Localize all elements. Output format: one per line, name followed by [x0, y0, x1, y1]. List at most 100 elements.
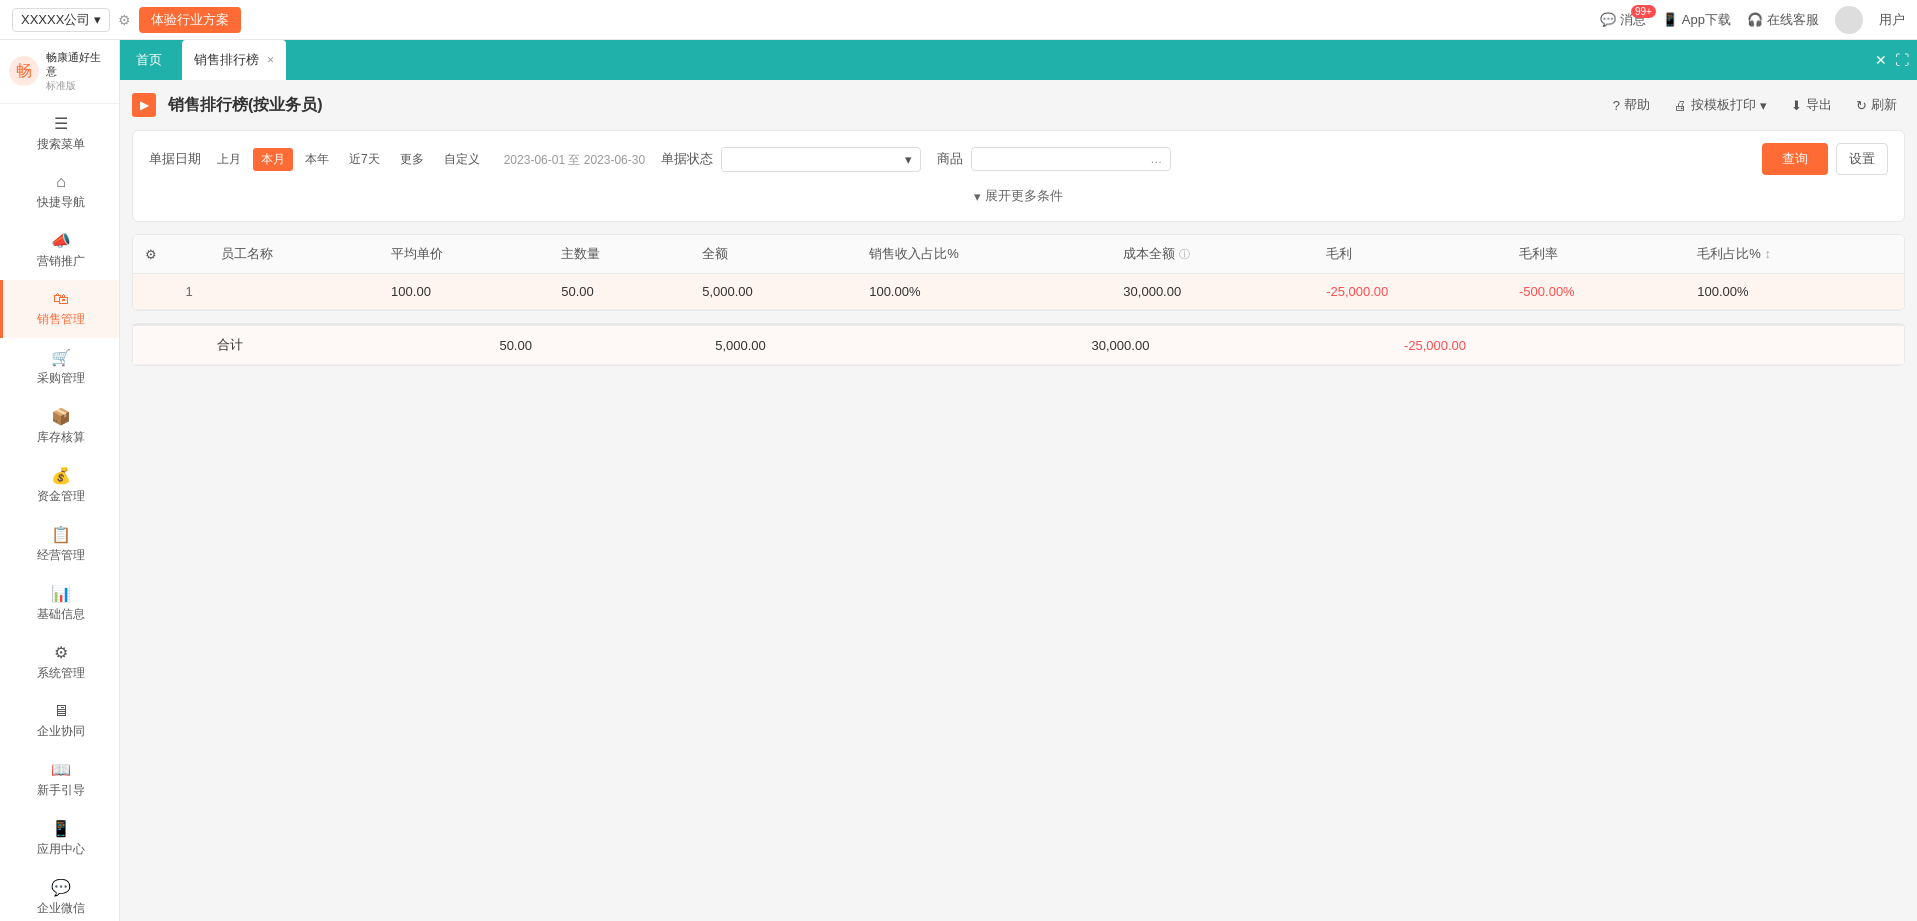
- sidebar-item-wechat[interactable]: 💬 企业微信: [0, 868, 119, 921]
- tab-bar-actions: ✕ ⛶: [1875, 52, 1917, 68]
- sidebar-item-guide[interactable]: 📖 新手引导: [0, 750, 119, 809]
- svg-text:畅: 畅: [16, 62, 32, 79]
- expand-window-icon[interactable]: ⛶: [1895, 52, 1909, 68]
- sidebar-item-appstore[interactable]: 📱 应用中心: [0, 809, 119, 868]
- sidebar-item-purchase[interactable]: 🛒 采购管理: [0, 338, 119, 397]
- inventory-icon: 📦: [51, 407, 71, 426]
- date-tab-more[interactable]: 更多: [392, 148, 432, 171]
- finance-icon: 💰: [51, 466, 71, 485]
- col-salespct: 销售收入占比%: [857, 235, 1111, 274]
- user-name: 用户: [1879, 11, 1905, 29]
- marketing-icon: 📣: [51, 231, 71, 250]
- page-content: ▶ 销售排行榜(按业务员) ? 帮助 🖨 按模板打印 ▾: [120, 80, 1917, 921]
- sidebar-item-finance[interactable]: 💰 资金管理: [0, 456, 119, 515]
- summary-table: 合计 50.00 5,000.00 30,000.00 -25,000.00: [133, 324, 1904, 365]
- date-label: 单据日期: [149, 150, 201, 168]
- query-button[interactable]: 查询: [1762, 143, 1828, 175]
- online-service-button[interactable]: 🎧 在线客服: [1747, 11, 1819, 29]
- date-tab-this-year[interactable]: 本年: [297, 148, 337, 171]
- row-profit-cell: -25,000.00: [1314, 274, 1507, 310]
- date-tab-this-month[interactable]: 本月: [253, 148, 293, 171]
- export-button[interactable]: ⬇ 导出: [1783, 92, 1840, 118]
- question-icon: ?: [1613, 98, 1620, 113]
- sidebar-item-operation[interactable]: 📋 经营管理: [0, 515, 119, 574]
- app-download-button[interactable]: 📱 App下载: [1662, 11, 1731, 29]
- headset-icon: 🎧: [1747, 12, 1763, 27]
- filter-row: 单据日期 上月 本月 本年 近7天 更多 自定义 2023-06-0: [149, 143, 1888, 175]
- chevron-down-icon: ▾: [94, 12, 101, 27]
- avatar[interactable]: [1835, 6, 1863, 34]
- sidebar-label-basic: 基础信息: [37, 606, 85, 623]
- col-settings: ⚙: [133, 235, 169, 274]
- header-actions: ? 帮助 🖨 按模板打印 ▾ ⬇ 导出 ↻: [1605, 92, 1905, 118]
- sidebar-item-search[interactable]: ☰ 搜索菜单: [0, 104, 119, 163]
- summary-bar: 合计 50.00 5,000.00 30,000.00 -25,000.00: [132, 323, 1905, 366]
- row-amount-cell: 5,000.00: [690, 274, 857, 310]
- close-window-icon[interactable]: ✕: [1875, 52, 1887, 68]
- tab-sales-rank-label: 销售排行榜: [194, 51, 259, 69]
- status-select[interactable]: ▾: [721, 147, 921, 172]
- logo-text-area: 畅康通好生意 标准版: [46, 50, 111, 93]
- sidebar-item-inventory[interactable]: 📦 库存核算: [0, 397, 119, 456]
- logo-area: 畅 畅康通好生意 标准版: [0, 40, 119, 104]
- export-label: 导出: [1806, 96, 1832, 114]
- summary-profitpct-cell: [1812, 325, 1904, 365]
- column-settings-icon[interactable]: ⚙: [145, 247, 157, 262]
- message-button[interactable]: 💬 消息 99+: [1600, 11, 1646, 29]
- refresh-button[interactable]: ↻ 刷新: [1848, 92, 1905, 118]
- goods-input[interactable]: …: [971, 147, 1171, 171]
- trial-button[interactable]: 体验行业方案: [139, 7, 241, 33]
- summary-avgprice-cell: [396, 325, 488, 365]
- summary-profitrate-cell: [1721, 325, 1813, 365]
- collapse-filter-button[interactable]: ▶: [132, 93, 156, 117]
- sidebar-label-enterprise: 企业协同: [37, 723, 85, 740]
- sidebar-label-inventory: 库存核算: [37, 429, 85, 446]
- print-button[interactable]: 🖨 按模板打印 ▾: [1666, 92, 1775, 118]
- col-profit: 毛利: [1314, 235, 1507, 274]
- sidebar-item-quicknav[interactable]: ⌂ 快捷导航: [0, 163, 119, 221]
- table-row: 1 100.00 50.00 5,000.00 100.00% 30,000.0…: [133, 274, 1904, 310]
- sidebar-label-wechat: 企业微信: [37, 900, 85, 917]
- page-title: 销售排行榜(按业务员): [168, 95, 323, 116]
- col-costamount: 成本全额 ⓘ: [1111, 235, 1314, 274]
- col-profitrate: 毛利率: [1507, 235, 1685, 274]
- tab-sales-rank[interactable]: 销售排行榜 ×: [182, 40, 286, 80]
- help-button[interactable]: ? 帮助: [1605, 92, 1658, 118]
- filter-settings-button[interactable]: 设置: [1836, 143, 1888, 175]
- sidebar-label-appstore: 应用中心: [37, 841, 85, 858]
- sidebar-label-system: 系统管理: [37, 665, 85, 682]
- appstore-icon: 📱: [51, 819, 71, 838]
- company-name: XXXXX公司: [21, 11, 90, 29]
- sidebar-item-marketing[interactable]: 📣 营销推广: [0, 221, 119, 280]
- sidebar-label-operation: 经营管理: [37, 547, 85, 564]
- sidebar-item-sales[interactable]: 🛍 销售管理: [0, 280, 119, 338]
- filter-area: 单据日期 上月 本月 本年 近7天 更多 自定义 2023-06-0: [132, 130, 1905, 222]
- company-selector[interactable]: XXXXX公司 ▾: [12, 8, 110, 32]
- enterprise-icon: 🖥: [53, 702, 69, 720]
- sidebar-item-basic[interactable]: 📊 基础信息: [0, 574, 119, 633]
- tab-close-button[interactable]: ×: [267, 53, 274, 67]
- print-icon: 🖨: [1674, 98, 1687, 113]
- row-avgprice-cell: 100.00: [379, 274, 549, 310]
- tab-bar: 首页 销售排行榜 × ✕ ⛶: [120, 40, 1917, 80]
- col-name: 员工名称: [209, 235, 379, 274]
- more-icon: …: [1150, 152, 1162, 166]
- data-table-container: ⚙ 员工名称 平均单价 主数量 全额 销售收入占比% 成本全额 ⓘ: [132, 234, 1905, 311]
- sidebar-item-enterprise[interactable]: 🖥 企业协同: [0, 692, 119, 750]
- date-tab-7days[interactable]: 近7天: [341, 148, 388, 171]
- col-quantity: 主数量: [549, 235, 690, 274]
- expand-more-button[interactable]: ▾ 展开更多条件: [149, 183, 1888, 209]
- goods-filter: 商品 …: [937, 147, 1171, 171]
- app-download-label: App下载: [1682, 11, 1731, 29]
- date-tab-prev-month[interactable]: 上月: [209, 148, 249, 171]
- system-icon: ⚙: [54, 643, 68, 662]
- print-label: 按模板打印: [1691, 96, 1756, 114]
- sidebar-item-system[interactable]: ⚙ 系统管理: [0, 633, 119, 692]
- row-salespct-cell: 100.00%: [857, 274, 1111, 310]
- tab-home[interactable]: 首页: [120, 40, 178, 80]
- chevron-status-icon: ▾: [905, 152, 912, 167]
- date-tab-custom[interactable]: 自定义: [436, 148, 488, 171]
- settings-icon[interactable]: ⚙: [118, 12, 131, 28]
- row-costamount-cell: 30,000.00: [1111, 274, 1314, 310]
- page-header: ▶ 销售排行榜(按业务员) ? 帮助 🖨 按模板打印 ▾: [132, 92, 1905, 118]
